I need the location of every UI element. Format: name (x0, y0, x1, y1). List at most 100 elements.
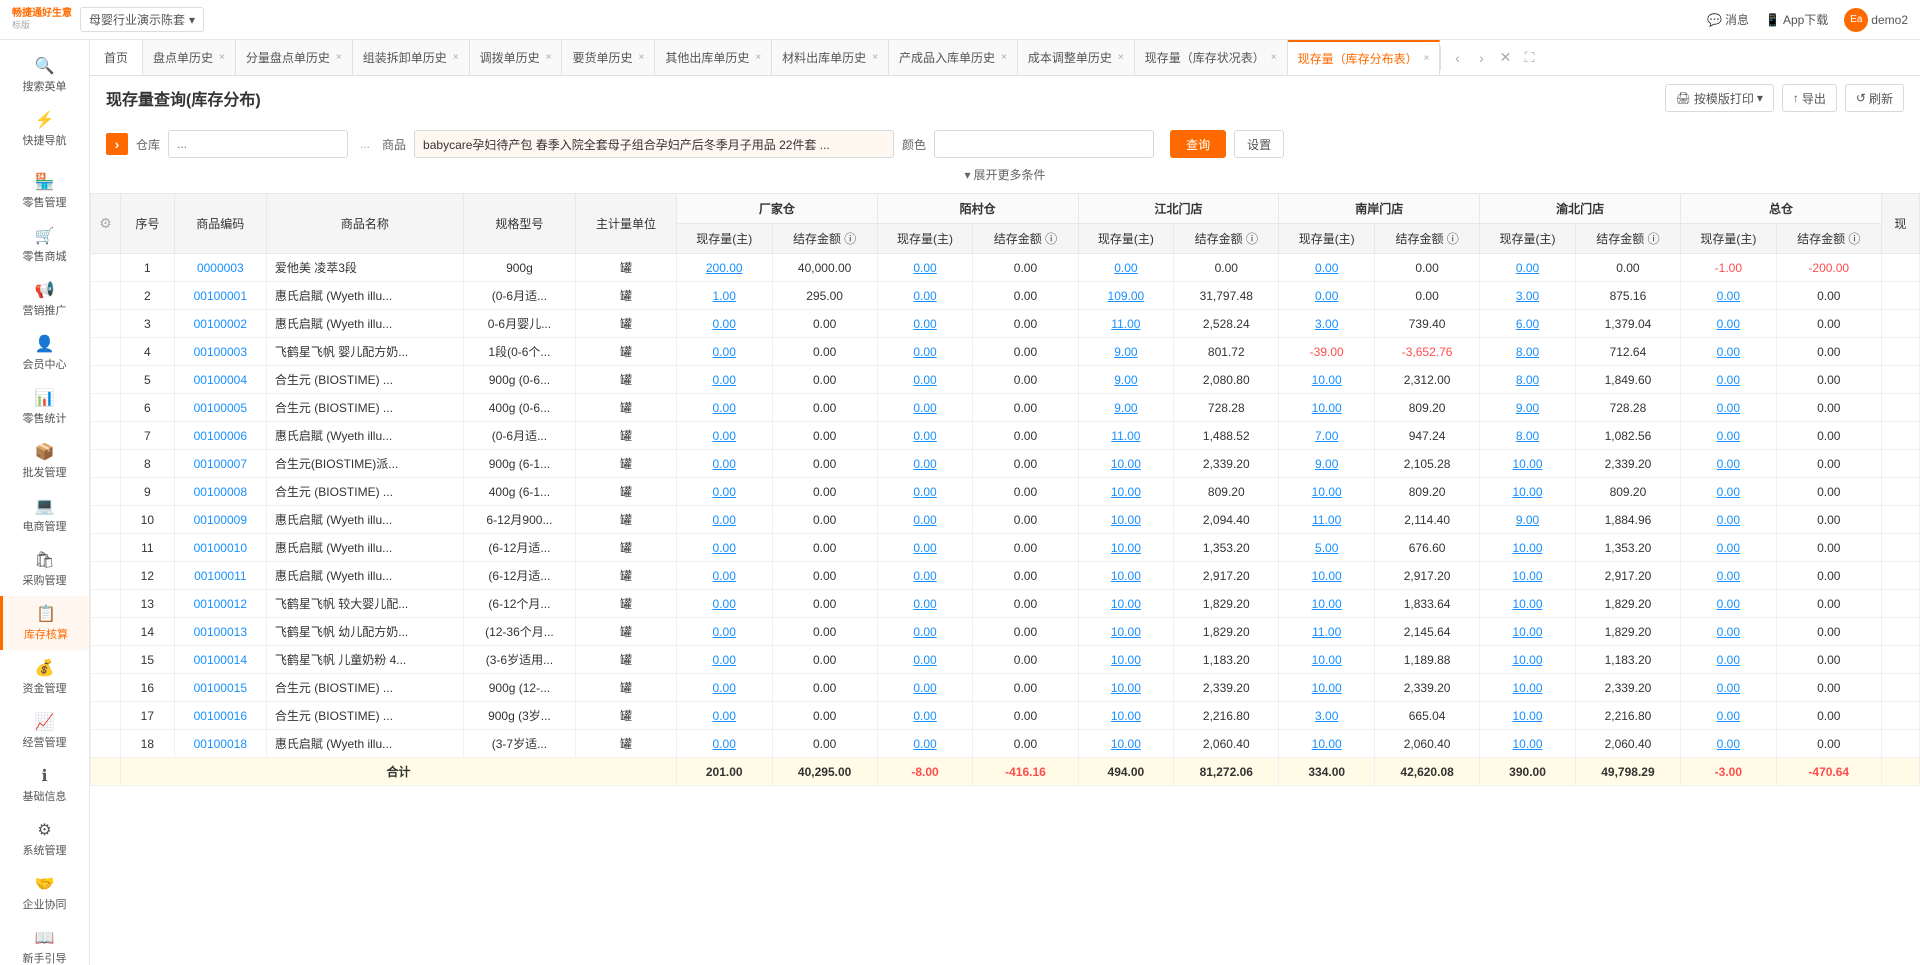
row-code[interactable]: 00100016 (174, 702, 266, 730)
tab-调拨单历史[interactable]: 调拨单历史 × (470, 40, 563, 76)
row-c5q[interactable]: 10.00 (1480, 450, 1576, 478)
row-c3q[interactable]: 10.00 (1078, 702, 1174, 730)
row-c1q[interactable]: 0.00 (676, 618, 772, 646)
row-c1q[interactable]: 0.00 (676, 562, 772, 590)
row-c5q[interactable]: 6.00 (1480, 310, 1576, 338)
row-c3q[interactable]: 9.00 (1078, 338, 1174, 366)
row-c6q[interactable]: 0.00 (1681, 366, 1777, 394)
row-c5q[interactable]: 8.00 (1480, 366, 1576, 394)
row-c1q[interactable]: 0.00 (676, 394, 772, 422)
row-c4q[interactable]: 11.00 (1279, 506, 1375, 534)
row-c2q[interactable]: 0.00 (877, 674, 973, 702)
refresh-button[interactable]: ↺ 刷新 (1845, 84, 1904, 112)
row-c5q[interactable]: 10.00 (1480, 702, 1576, 730)
sidebar-item-stats[interactable]: 📊 零售统计 (0, 380, 89, 434)
row-c3q[interactable]: 10.00 (1078, 562, 1174, 590)
sidebar-item-retail[interactable]: 🏪 零售管理 (0, 164, 89, 218)
row-c4q[interactable]: 9.00 (1279, 450, 1375, 478)
row-c2q[interactable]: 0.00 (877, 730, 973, 758)
row-code[interactable]: 00100001 (174, 282, 266, 310)
tab-盘点单历史[interactable]: 盘点单历史 × (143, 40, 236, 76)
row-code[interactable]: 00100004 (174, 366, 266, 394)
settings-button[interactable]: 设置 (1234, 130, 1284, 158)
sidebar-item-purchase[interactable]: 🛍 采购管理 (0, 542, 89, 596)
row-c1q[interactable]: 0.00 (676, 366, 772, 394)
row-c3q[interactable]: 10.00 (1078, 674, 1174, 702)
row-c2q[interactable]: 0.00 (877, 282, 973, 310)
sidebar-item-inventory[interactable]: 📋 库存核算 (0, 596, 89, 650)
row-c2q[interactable]: 0.00 (877, 394, 973, 422)
row-c5q[interactable]: 8.00 (1480, 422, 1576, 450)
table-container[interactable]: ⚙ 序号 商品编码 商品名称 规格型号 主计量单位 厂家仓 陌村仓 江北门店 南… (90, 193, 1920, 965)
tab-close-产成品入库单历史[interactable]: × (1001, 52, 1007, 63)
row-c1q[interactable]: 0.00 (676, 590, 772, 618)
row-c3q[interactable]: 10.00 (1078, 730, 1174, 758)
row-c4q[interactable]: 7.00 (1279, 422, 1375, 450)
row-c2q[interactable]: 0.00 (877, 310, 973, 338)
tab-close-现存量库存状况表[interactable]: × (1271, 52, 1277, 63)
row-c6q[interactable]: 0.00 (1681, 618, 1777, 646)
row-c3q[interactable]: 11.00 (1078, 310, 1174, 338)
row-c5q[interactable]: 10.00 (1480, 590, 1576, 618)
tab-close-盘点单历史[interactable]: × (219, 52, 225, 63)
row-c6q[interactable]: 0.00 (1681, 730, 1777, 758)
row-code[interactable]: 00100014 (174, 646, 266, 674)
row-c6q[interactable]: 0.00 (1681, 506, 1777, 534)
row-c5q[interactable]: 10.00 (1480, 730, 1576, 758)
user-avatar[interactable]: Ea demo2 (1844, 8, 1908, 32)
row-c1q[interactable]: 0.00 (676, 646, 772, 674)
sidebar-item-wholesale[interactable]: 📦 批发管理 (0, 434, 89, 488)
row-c4q[interactable]: -39.00 (1279, 338, 1375, 366)
tab-close-现存量库存分布表[interactable]: × (1424, 53, 1430, 64)
row-c1q[interactable]: 0.00 (676, 338, 772, 366)
row-c1q[interactable]: 0.00 (676, 506, 772, 534)
expand-filter-btn[interactable]: ▾ 展开更多条件 (964, 166, 1045, 183)
row-c4q[interactable]: 10.00 (1279, 730, 1375, 758)
row-code[interactable]: 00100012 (174, 590, 266, 618)
tab-close-要货单历史[interactable]: × (638, 52, 644, 63)
sidebar-item-ecom[interactable]: 💻 电商管理 (0, 488, 89, 542)
row-c6q[interactable]: 0.00 (1681, 394, 1777, 422)
row-c2q[interactable]: 0.00 (877, 478, 973, 506)
row-c1q[interactable]: 0.00 (676, 422, 772, 450)
tab-close-成本调整单历史[interactable]: × (1118, 52, 1124, 63)
row-c3q[interactable]: 9.00 (1078, 366, 1174, 394)
row-c3q[interactable]: 10.00 (1078, 534, 1174, 562)
row-c3q[interactable]: 10.00 (1078, 618, 1174, 646)
row-c5q[interactable]: 10.00 (1480, 562, 1576, 590)
print-button[interactable]: 🖨 按模版打印 ▾ (1665, 84, 1774, 112)
row-code[interactable]: 0000003 (174, 254, 266, 282)
row-c6q[interactable]: 0.00 (1681, 338, 1777, 366)
row-c2q[interactable]: 0.00 (877, 366, 973, 394)
company-dropdown[interactable]: 母婴行业演示陈套 ▾ (80, 7, 204, 32)
row-code[interactable]: 00100018 (174, 730, 266, 758)
row-c1q[interactable]: 0.00 (676, 702, 772, 730)
sidebar-item-corp[interactable]: 🤝 企业协同 (0, 866, 89, 920)
row-c2q[interactable]: 0.00 (877, 590, 973, 618)
row-c1q[interactable]: 0.00 (676, 450, 772, 478)
row-c6q[interactable]: 0.00 (1681, 702, 1777, 730)
tab-其他出库单历史[interactable]: 其他出库单历史 × (655, 40, 772, 76)
row-c4q[interactable]: 10.00 (1279, 562, 1375, 590)
row-c2q[interactable]: 0.00 (877, 506, 973, 534)
row-c1q[interactable]: 0.00 (676, 730, 772, 758)
row-c2q[interactable]: 0.00 (877, 702, 973, 730)
row-c2q[interactable]: 0.00 (877, 422, 973, 450)
tab-材料出库单历史[interactable]: 材料出库单历史 × (772, 40, 889, 76)
row-c4q[interactable]: 3.00 (1279, 310, 1375, 338)
row-c6q[interactable]: 0.00 (1681, 422, 1777, 450)
sidebar-item-system[interactable]: ⚙ 系统管理 (0, 812, 89, 866)
row-c4q[interactable]: 11.00 (1279, 618, 1375, 646)
row-c2q[interactable]: 0.00 (877, 254, 973, 282)
row-c4q[interactable]: 10.00 (1279, 478, 1375, 506)
tab-next-btn[interactable]: › (1469, 46, 1493, 70)
goods-input[interactable] (414, 130, 894, 158)
row-c1q[interactable]: 0.00 (676, 674, 772, 702)
row-code[interactable]: 00100008 (174, 478, 266, 506)
row-c6q[interactable]: 0.00 (1681, 282, 1777, 310)
row-c2q[interactable]: 0.00 (877, 646, 973, 674)
row-c6q[interactable]: 0.00 (1681, 534, 1777, 562)
row-c6q[interactable]: 0.00 (1681, 562, 1777, 590)
sidebar-item-nav[interactable]: ⚡ 快捷导航 (0, 102, 89, 156)
color-input[interactable] (934, 130, 1154, 158)
